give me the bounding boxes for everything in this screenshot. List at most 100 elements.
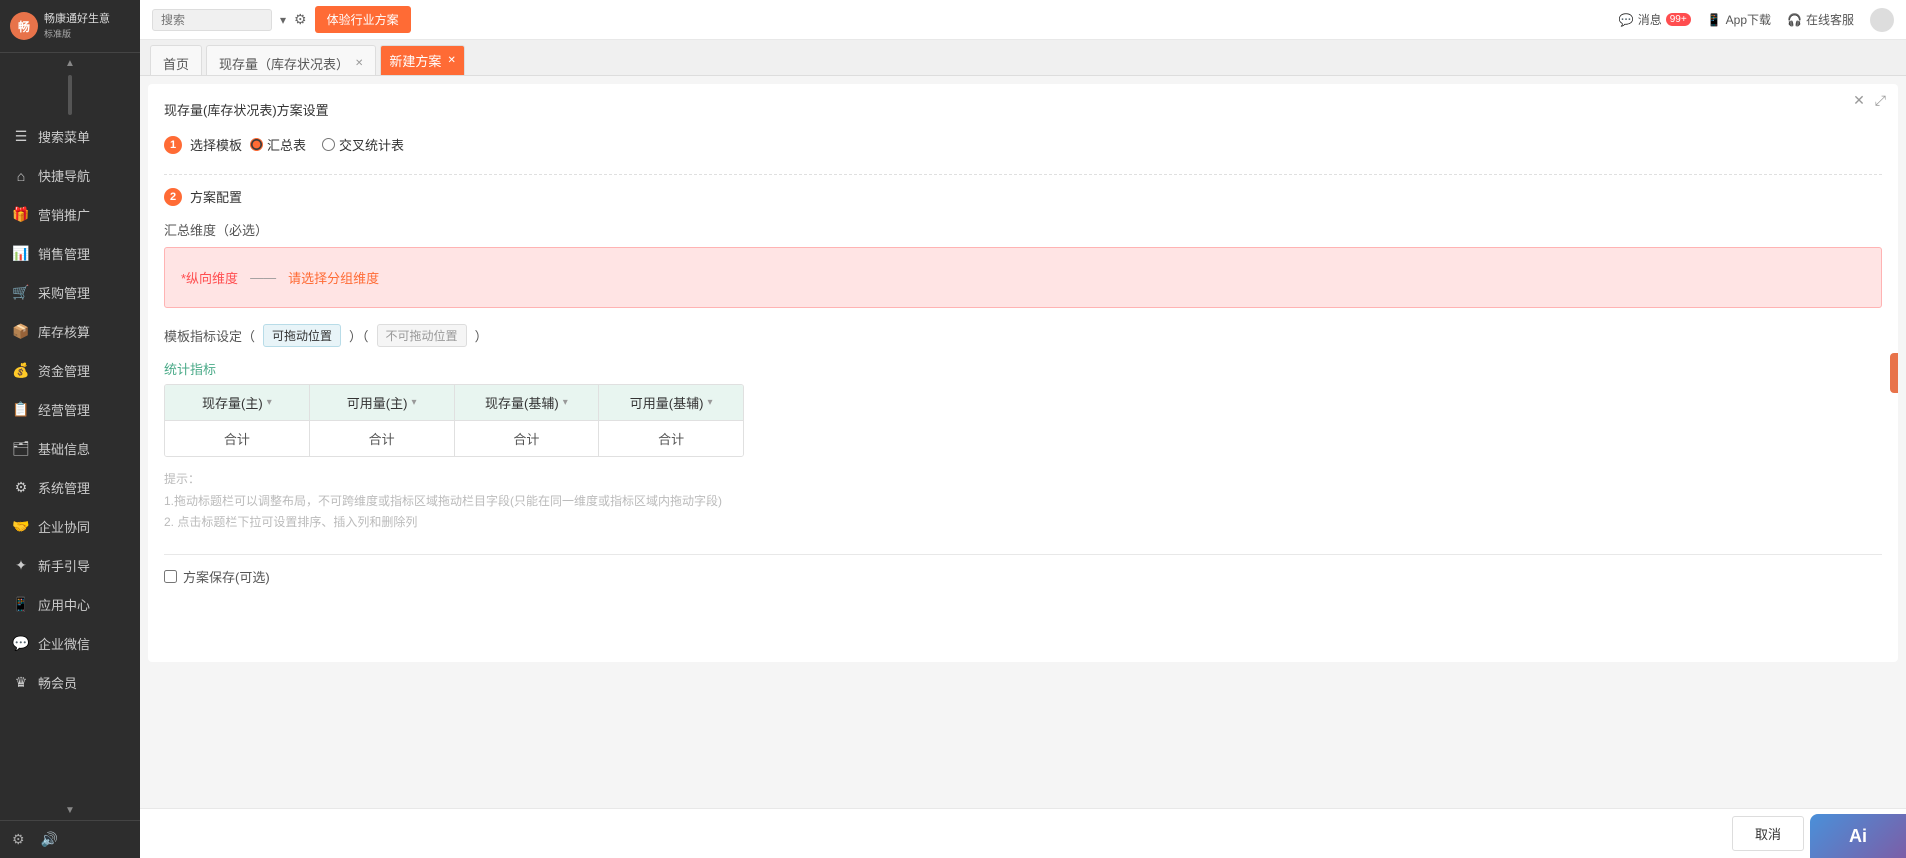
dim-dash: —— xyxy=(250,270,276,285)
sidebar-item-base-info[interactable]: 🗂 基础信息 xyxy=(0,429,140,468)
stats-col-3-header[interactable]: 现存量(基辅) ▾ xyxy=(455,385,599,421)
sidebar-item-quick-nav[interactable]: ⌂ 快捷导航 xyxy=(0,156,140,195)
headset-icon: 🎧 xyxy=(1787,13,1802,27)
sidebar-item-app-center[interactable]: 📱 应用中心 xyxy=(0,585,140,624)
stats-col-4-header[interactable]: 可用量(基辅) ▾ xyxy=(599,385,743,421)
wechat-icon: 💬 xyxy=(12,635,30,653)
sidebar-item-label: 畅会员 xyxy=(38,673,77,692)
radio-summary-input[interactable] xyxy=(250,138,263,151)
sidebar-item-search-menu[interactable]: ☰ 搜索菜单 xyxy=(0,117,140,156)
sidebar-item-inventory[interactable]: 📦 库存核算 xyxy=(0,312,140,351)
sidebar-item-newbie[interactable]: ✦ 新手引导 xyxy=(0,546,140,585)
tab-new-scheme-close[interactable]: ✕ xyxy=(447,55,455,66)
radio-cross[interactable]: 交叉统计表 xyxy=(322,135,404,154)
gift-icon: 🎁 xyxy=(12,206,30,224)
sidebar: 畅 畅康通好生意 标准版 ▲ ☰ 搜索菜单 ⌂ 快捷导航 🎁 营销推广 📊 销售… xyxy=(0,0,140,858)
tab-inventory-close[interactable]: ✕ xyxy=(355,58,363,69)
sound-icon[interactable]: 🔊 xyxy=(41,831,58,848)
stats-col-1-header[interactable]: 现存量(主) ▾ xyxy=(165,385,309,421)
search-input[interactable] xyxy=(152,9,272,31)
sidebar-scroll-up[interactable]: ▲ xyxy=(0,53,140,73)
newbie-icon: ✦ xyxy=(12,557,30,575)
sidebar-item-sales[interactable]: 📊 销售管理 xyxy=(0,234,140,273)
indicator-not-draggable-badge: 不可拖动位置 xyxy=(377,324,467,347)
system-icon: ⚙ xyxy=(12,479,30,497)
panel-expand-icon[interactable]: ⤢ xyxy=(1875,92,1886,109)
user-avatar[interactable] xyxy=(1870,8,1894,32)
sidebar-item-label: 快捷导航 xyxy=(38,166,90,185)
dim-required-text: *纵向维度 xyxy=(181,268,238,287)
sidebar-item-purchase[interactable]: 🛒 采购管理 xyxy=(0,273,140,312)
top-header: ▾ ⚙ 体验行业方案 💬 消息 99+ 📱 App下载 🎧 在线客服 xyxy=(140,0,1906,40)
step1-section: 1 选择模板 汇总表 交叉统计表 xyxy=(164,135,1882,154)
radio-summary[interactable]: 汇总表 xyxy=(250,135,306,154)
ai-badge[interactable]: Ai xyxy=(1810,814,1906,858)
trial-button[interactable]: 体验行业方案 xyxy=(315,6,411,33)
tips-item-1: 1.拖动标题栏可以调整布局，不可跨维度或指标区域拖动栏目字段(只能在同一维度或指… xyxy=(164,494,722,508)
page-content: ✕ ⤢ 现存量(库存状况表)方案设置 1 选择模板 汇总表 xyxy=(140,76,1906,858)
settings-bottom-icon[interactable]: ⚙ xyxy=(12,831,25,848)
footer-bar: 取消 查询 xyxy=(140,808,1906,858)
tab-inventory-label: 现存量（库存状况表） xyxy=(219,54,349,73)
search-menu-icon: ☰ xyxy=(12,128,30,146)
indicator-draggable-badge: 可拖动位置 xyxy=(263,324,341,347)
chevron-down-icon-2: ▾ xyxy=(411,397,416,408)
stats-title: 统计指标 xyxy=(164,359,1882,378)
sidebar-item-label: 资金管理 xyxy=(38,361,90,380)
divider-1 xyxy=(164,174,1882,175)
dim-placeholder[interactable]: 请选择分组维度 xyxy=(288,268,379,287)
sidebar-scrollbar xyxy=(68,75,72,115)
sidebar-item-enterprise[interactable]: 🤝 企业协同 xyxy=(0,507,140,546)
messages-item[interactable]: 💬 消息 99+ xyxy=(1619,11,1691,28)
sidebar-item-label: 企业微信 xyxy=(38,634,90,653)
sidebar-menu: ☰ 搜索菜单 ⌂ 快捷导航 🎁 营销推广 📊 销售管理 🛒 采购管理 📦 库存核… xyxy=(0,117,140,800)
save-checkbox[interactable] xyxy=(164,570,177,583)
stats-col-3: 现存量(基辅) ▾ 合计 xyxy=(455,385,600,456)
tab-home[interactable]: 首页 xyxy=(150,45,202,75)
step1-num: 1 xyxy=(164,136,182,154)
online-service-item[interactable]: 🎧 在线客服 xyxy=(1787,11,1854,28)
app-download-item[interactable]: 📱 App下载 xyxy=(1707,11,1771,28)
sidebar-item-member[interactable]: ♛ 畅会员 xyxy=(0,663,140,702)
indicator-label-prefix: 模板指标设定（ xyxy=(164,326,255,345)
stats-col-2-header[interactable]: 可用量(主) ▾ xyxy=(310,385,454,421)
panel-close-icon[interactable]: ✕ xyxy=(1853,92,1865,109)
sales-icon: 📊 xyxy=(12,245,30,263)
app-center-icon: 📱 xyxy=(12,596,30,614)
sidebar-item-operations[interactable]: 📋 经营管理 xyxy=(0,390,140,429)
step1-title: 选择模板 xyxy=(190,135,242,154)
sidebar-item-finance[interactable]: 💰 资金管理 xyxy=(0,351,140,390)
app-name: 畅康通好生意 标准版 xyxy=(44,12,110,39)
stats-col-1-body: 合计 xyxy=(165,421,309,456)
sidebar-item-system[interactable]: ⚙ 系统管理 xyxy=(0,468,140,507)
indicator-middle-text: ）（ xyxy=(349,326,369,345)
main-area: ▾ ⚙ 体验行业方案 💬 消息 99+ 📱 App下载 🎧 在线客服 首页 xyxy=(140,0,1906,858)
baseinfo-icon: 🗂 xyxy=(12,440,30,458)
enterprise-icon: 🤝 xyxy=(12,518,30,536)
stats-col-2-label: 可用量(主) xyxy=(347,393,408,412)
stats-col-3-body: 合计 xyxy=(455,421,599,456)
stats-col-4: 可用量(基辅) ▾ 合计 xyxy=(599,385,743,456)
right-scroll-indicator[interactable] xyxy=(1890,353,1898,393)
tab-new-scheme[interactable]: 新建方案 ✕ xyxy=(380,45,464,75)
stats-col-3-label: 现存量(基辅) xyxy=(485,393,559,412)
dimension-area: *纵向维度 —— 请选择分组维度 xyxy=(164,247,1882,308)
sidebar-scroll-down[interactable]: ▼ xyxy=(0,800,140,820)
indicator-setting: 模板指标设定（ 可拖动位置 ）（ 不可拖动位置 ） xyxy=(164,324,1882,347)
save-label: 方案保存(可选) xyxy=(183,567,270,586)
cancel-button[interactable]: 取消 xyxy=(1732,816,1804,851)
step2-header: 2 方案配置 xyxy=(164,187,1882,206)
sidebar-item-wechat[interactable]: 💬 企业微信 xyxy=(0,624,140,663)
header-gear-icon[interactable]: ⚙ xyxy=(294,11,307,28)
sidebar-item-label: 新手引导 xyxy=(38,556,90,575)
step2-num: 2 xyxy=(164,188,182,206)
sidebar-item-marketing[interactable]: 🎁 营销推广 xyxy=(0,195,140,234)
step1-header: 1 选择模板 汇总表 交叉统计表 xyxy=(164,135,1882,154)
panel-title: 现存量(库存状况表)方案设置 xyxy=(164,100,1882,119)
radio-cross-input[interactable] xyxy=(322,138,335,151)
tab-inventory-status[interactable]: 现存量（库存状况表） ✕ xyxy=(206,45,376,75)
stats-col-1: 现存量(主) ▾ 合计 xyxy=(165,385,310,456)
logo-icon: 畅 xyxy=(10,12,38,40)
dropdown-icon[interactable]: ▾ xyxy=(280,13,286,27)
step2-section: 2 方案配置 汇总维度（必选） *纵向维度 —— 请选择分组维度 模板指标设定（… xyxy=(164,187,1882,534)
